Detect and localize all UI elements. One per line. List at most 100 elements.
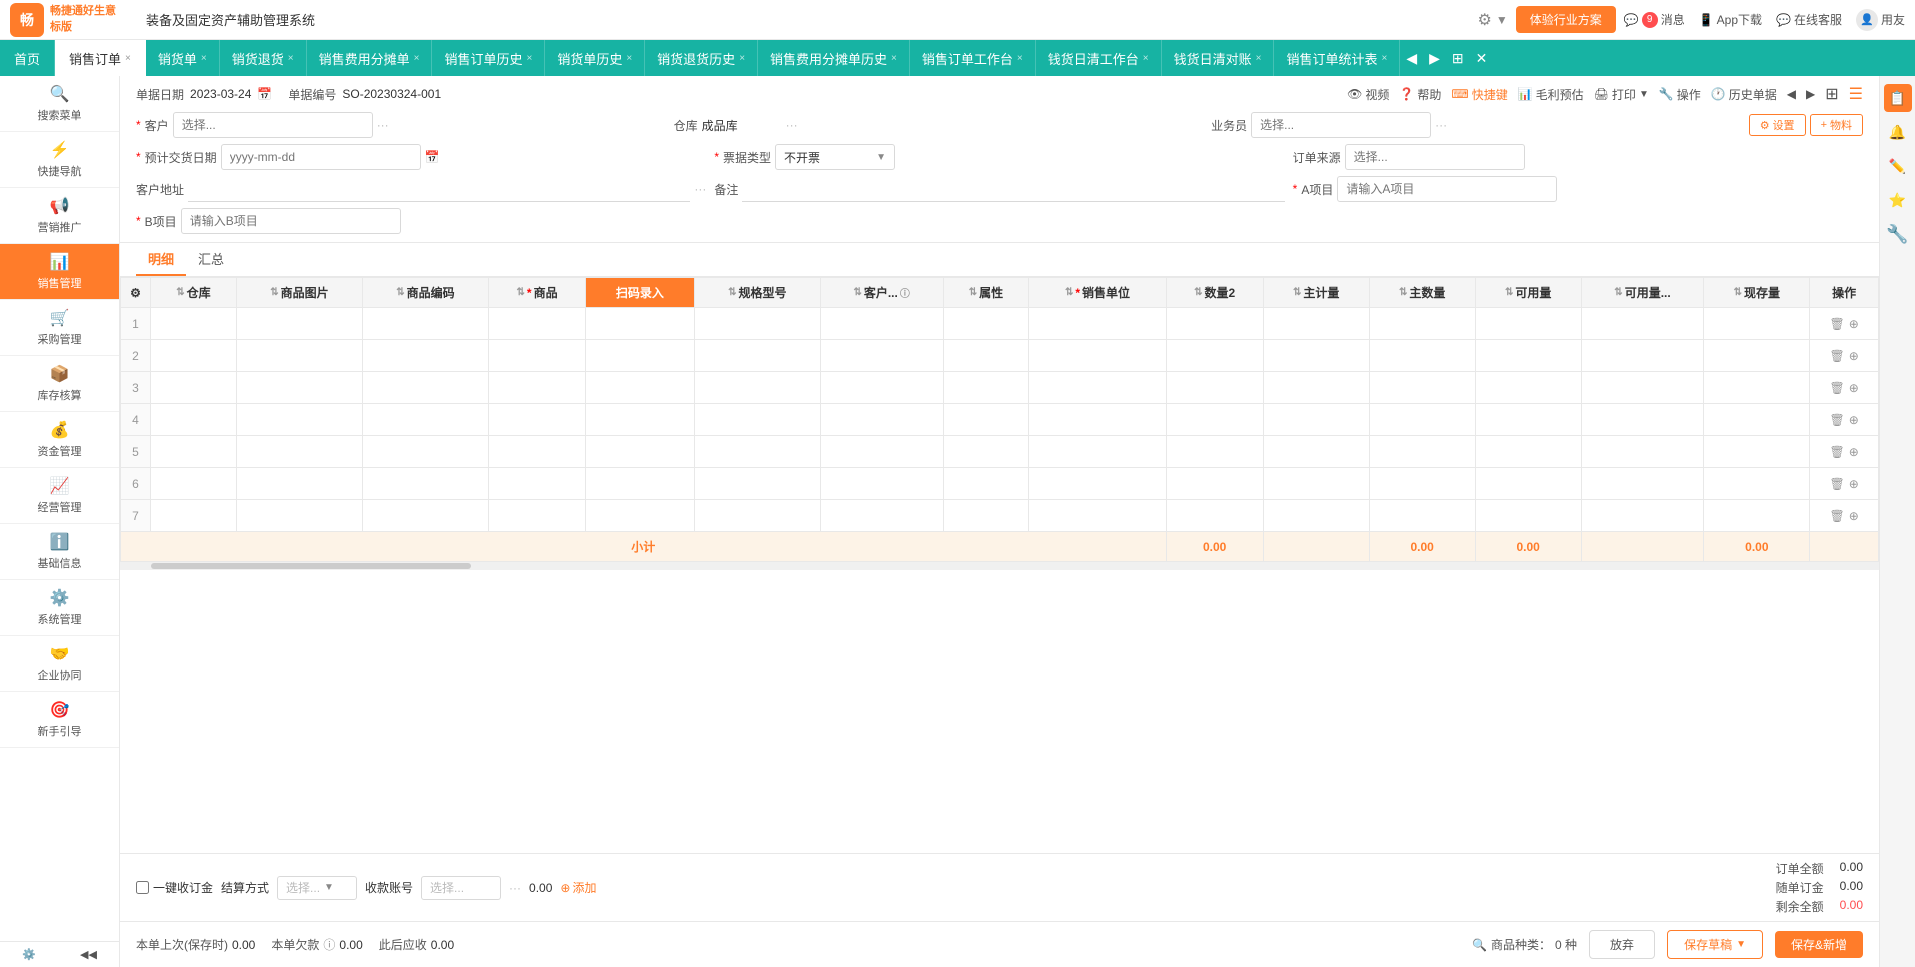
tab-summary[interactable]: 汇总 [186, 243, 236, 276]
save-new-button[interactable]: 保存&新增 [1775, 931, 1863, 958]
help-btn[interactable]: ❓ 帮助 [1399, 86, 1441, 103]
tab-fee-history[interactable]: 销售费用分摊单历史 × [758, 40, 910, 76]
right-panel-icon-5[interactable]: 🔧 [1884, 220, 1912, 248]
account-more-icon[interactable]: ··· [509, 881, 521, 895]
customer-input[interactable] [173, 112, 373, 138]
tab-stats[interactable]: 销售订单统计表 × [1274, 40, 1400, 76]
settings-icon[interactable]: ⚙ [1477, 10, 1491, 30]
tab-reconcile[interactable]: 钱货日清对账 × [1162, 40, 1275, 76]
sidebar-item-finance[interactable]: 💰 资金管理 [0, 412, 119, 468]
nav-prev[interactable]: ◀ [1787, 87, 1796, 101]
sidebar-item-inventory[interactable]: 📦 库存核算 [0, 356, 119, 412]
tab-sales-order[interactable]: 销售订单 × [55, 40, 146, 76]
copy-row-icon[interactable]: ⊕ [1849, 349, 1859, 363]
tab-workbench[interactable]: 销售订单工作台 × [910, 40, 1036, 76]
sidebar-item-basic[interactable]: ℹ️ 基础信息 [0, 524, 119, 580]
delete-row-icon[interactable]: 🗑 [1830, 317, 1845, 331]
calendar-icon[interactable]: 📅 [257, 87, 272, 101]
sidebar-item-collab[interactable]: 🤝 企业协同 [0, 636, 119, 692]
delete-row-icon[interactable]: 🗑 [1830, 445, 1845, 459]
sidebar-item-marketing[interactable]: 📢 营销推广 [0, 188, 119, 244]
right-panel-icon-1[interactable]: 📋 [1884, 84, 1912, 112]
add-payment-btn[interactable]: ⊕ 添加 [560, 879, 596, 896]
delete-row-icon[interactable]: 🗑 [1830, 349, 1845, 363]
message-icon[interactable]: 💬 9 消息 [1624, 11, 1685, 28]
tab-sales-out[interactable]: 销货单 × [146, 40, 220, 76]
customer-addr-input[interactable] [188, 176, 690, 202]
col-settings[interactable]: ⚙ [121, 278, 151, 308]
app-download[interactable]: 📱App下载 [1699, 11, 1762, 28]
tab-detail[interactable]: 明细 [136, 243, 186, 276]
invoice-select[interactable]: 不开票 ▼ [775, 144, 895, 170]
remark-label: 备注 [714, 181, 738, 198]
delivery-date-input[interactable] [221, 144, 421, 170]
nav-next[interactable]: ▶ [1806, 87, 1815, 101]
sidebar-item-quick[interactable]: ⚡ 快捷导航 [0, 132, 119, 188]
tab-prev-arrow[interactable]: ◀ [1400, 50, 1423, 67]
copy-row-icon[interactable]: ⊕ [1849, 317, 1859, 331]
tab-return[interactable]: 销货退货 × [220, 40, 307, 76]
list-view-icon[interactable]: ☰ [1849, 84, 1863, 104]
tab-home[interactable]: 首页 [0, 40, 55, 76]
sidebar-item-operation[interactable]: 📈 经营管理 [0, 468, 119, 524]
save-draft-button[interactable]: 保存草稿 ▼ [1667, 930, 1763, 959]
delete-row-icon[interactable]: 🗑 [1830, 413, 1845, 427]
account-select[interactable]: 选择... [421, 876, 501, 900]
tab-daily-clear[interactable]: 钱货日清工作台 × [1036, 40, 1162, 76]
tab-out-history[interactable]: 销货单历史 × [545, 40, 645, 76]
payment-amount: 0.00 [529, 881, 552, 895]
shortcut-btn[interactable]: ⌨ 快捷键 [1451, 86, 1507, 103]
staff-more-icon[interactable]: ··· [1435, 118, 1447, 132]
solution-button[interactable]: 体验行业方案 [1516, 6, 1616, 33]
profit-btn[interactable]: 📊 毛利预估 [1518, 86, 1584, 103]
remark-input[interactable] [742, 176, 1284, 202]
addr-more-icon[interactable]: ··· [694, 182, 706, 196]
dropdown-icon[interactable]: ▼ [1496, 13, 1508, 27]
discard-button[interactable]: 放弃 [1589, 930, 1655, 959]
delivery-calendar-icon[interactable]: 📅 [425, 150, 440, 164]
sidebar-settings[interactable]: ⚙️ [22, 948, 36, 961]
a-project-input[interactable] [1337, 176, 1557, 202]
copy-row-icon[interactable]: ⊕ [1849, 413, 1859, 427]
delete-row-icon[interactable]: 🗑 [1830, 509, 1845, 523]
tab-return-history[interactable]: 销货退货历史 × [645, 40, 758, 76]
tab-expand-icon[interactable]: ⊞ [1446, 50, 1470, 67]
delete-row-icon[interactable]: 🗑 [1830, 381, 1845, 395]
sidebar-item-system[interactable]: ⚙️ 系统管理 [0, 580, 119, 636]
copy-row-icon[interactable]: ⊕ [1849, 477, 1859, 491]
customer-more-icon[interactable]: ··· [377, 118, 389, 132]
tab-order-history[interactable]: 销售订单历史 × [432, 40, 545, 76]
one-click-checkbox[interactable]: 一键收订金 [136, 879, 213, 896]
warehouse-more-icon[interactable]: ··· [786, 118, 798, 132]
col-scan[interactable]: 扫码录入 [586, 278, 695, 308]
delete-row-icon[interactable]: 🗑 [1830, 477, 1845, 491]
operation-btn[interactable]: 🔧 操作 [1659, 86, 1701, 103]
sidebar-item-search[interactable]: 🔍 搜索菜单 [0, 76, 119, 132]
sidebar-item-guide[interactable]: 🎯 新手引导 [0, 692, 119, 748]
copy-row-icon[interactable]: ⊕ [1849, 445, 1859, 459]
tab-fee-split[interactable]: 销售费用分摊单 × [307, 40, 433, 76]
view-btn[interactable]: 👁 视频 [1347, 86, 1389, 103]
add-goods-btn[interactable]: + 物料 [1810, 114, 1863, 136]
sidebar-item-sales[interactable]: 📊 销售管理 [0, 244, 119, 300]
user-avatar[interactable]: 👤 用友 [1856, 9, 1905, 31]
sidebar-item-purchase[interactable]: 🛒 采购管理 [0, 300, 119, 356]
online-service[interactable]: 💬在线客服 [1776, 11, 1842, 28]
payment-method-select[interactable]: 选择... ▼ [277, 876, 357, 900]
b-project-input[interactable] [181, 208, 401, 234]
copy-row-icon[interactable]: ⊕ [1849, 509, 1859, 523]
history-btn[interactable]: 🕐 历史单据 [1711, 86, 1777, 103]
copy-row-icon[interactable]: ⊕ [1849, 381, 1859, 395]
tab-close-icon[interactable]: ✕ [1470, 50, 1494, 67]
order-source-input[interactable] [1345, 144, 1525, 170]
tab-next-arrow[interactable]: ▶ [1423, 50, 1446, 67]
staff-input[interactable] [1251, 112, 1431, 138]
print-btn[interactable]: 🖨 打印 ▼ [1594, 86, 1649, 103]
right-panel-icon-4[interactable]: ⭐ [1884, 186, 1912, 214]
right-panel-icon-3[interactable]: ✏️ [1884, 152, 1912, 180]
settings-panel-btn[interactable]: ⚙ 设置 [1749, 114, 1806, 136]
grid-view-icon[interactable]: ⊞ [1825, 84, 1838, 104]
right-panel-icon-2[interactable]: 🔔 [1884, 118, 1912, 146]
info-icon[interactable]: ⓘ [323, 936, 335, 953]
sidebar-collapse[interactable]: ◀◀ [80, 948, 97, 961]
